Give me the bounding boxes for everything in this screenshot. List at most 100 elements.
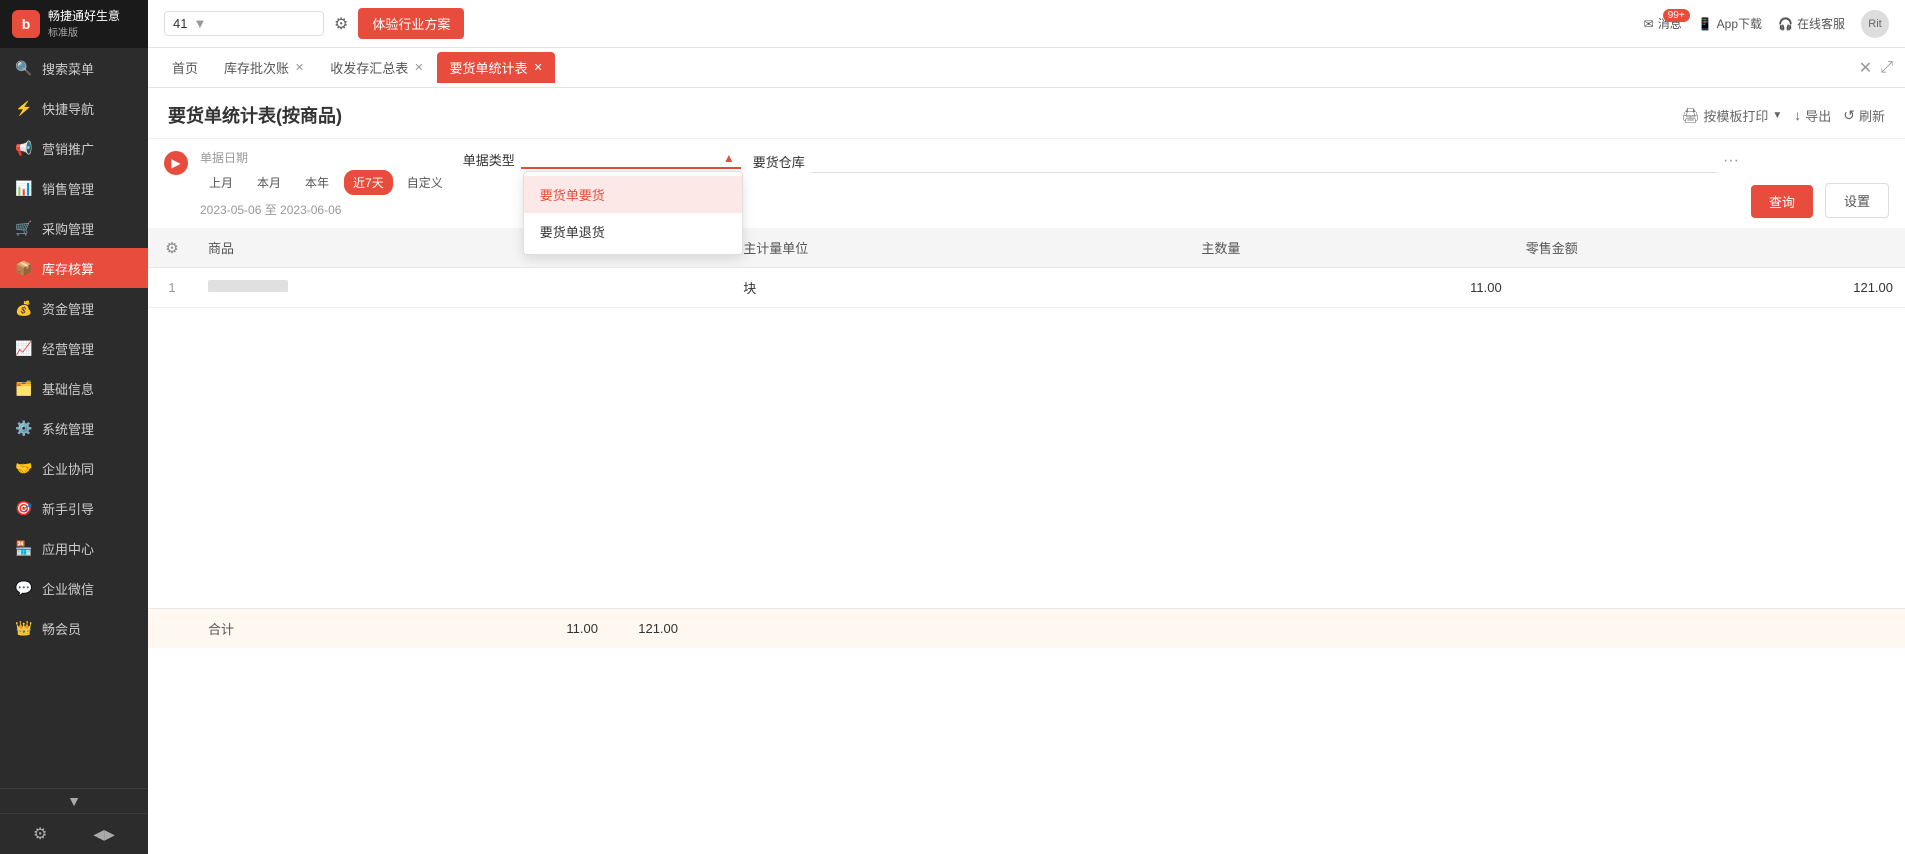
sidebar-item-collab[interactable]: 🤝 企业协同 (0, 448, 148, 488)
sidebar-item-marketing[interactable]: 📢 营销推广 (0, 128, 148, 168)
tab-receipt-summary-label: 收发存汇总表 (330, 58, 408, 77)
app-download-icon: 📱 (1698, 17, 1713, 31)
cell-product (196, 268, 731, 308)
trial-button[interactable]: 体验行业方案 (358, 8, 464, 39)
sidebar-item-purchase[interactable]: 🛒 采购管理 (0, 208, 148, 248)
col-amount: 零售金额 (1514, 228, 1905, 268)
tab-home[interactable]: 首页 (160, 52, 210, 83)
table-gear-icon[interactable]: ⚙ (163, 239, 181, 257)
total-label: 合计 (160, 619, 530, 638)
purchase-icon: 🛒 (14, 218, 34, 238)
settings-button[interactable]: 设置 (1825, 183, 1889, 218)
date-label: 单据日期 (200, 149, 451, 166)
date-btn-current[interactable]: 本月 (248, 170, 290, 195)
sidebar-item-basic[interactable]: 🗂️ 基础信息 (0, 368, 148, 408)
sidebar-item-search[interactable]: 🔍 搜索菜单 (0, 48, 148, 88)
operations-icon: 📈 (14, 338, 34, 358)
page-title: 要货单统计表(按商品) (168, 102, 342, 128)
sidebar: b 畅捷通好生意 标准版 🔍 搜索菜单 ⚡ 快捷导航 📢 营销推广 📊 销售管理… (0, 0, 148, 854)
date-btn-recent7[interactable]: 近7天 (344, 170, 393, 195)
filter-type-caret-up: ▲ (723, 151, 735, 165)
filter-more-icon[interactable]: ··· (1723, 152, 1739, 170)
tab-inventory-batch-close[interactable]: ✕ (295, 61, 304, 74)
col-unit: 主计量单位 (731, 228, 1189, 268)
sidebar-item-sales[interactable]: 📊 销售管理 (0, 168, 148, 208)
tab-order-summary-close[interactable]: ✕ (534, 61, 543, 74)
filter-type-input[interactable]: ▲ (521, 149, 741, 169)
sidebar-item-guide[interactable]: 🎯 新手引导 (0, 488, 148, 528)
page-actions: 🖨 按模板打印 ▼ ↓ 导出 ↺ 刷新 (1682, 106, 1885, 125)
sidebar-item-finance[interactable]: 💰 资金管理 (0, 288, 148, 328)
company-selector[interactable]: 41 ▼ (164, 11, 324, 36)
sidebar-bottom: ⚙ ◀▶ (0, 813, 148, 854)
vip-icon: 👑 (14, 618, 34, 638)
tab-home-label: 首页 (172, 58, 198, 77)
filter-type-wrapper: 单据类型 ▲ 要货单要货 要货单退货 (463, 149, 741, 169)
sidebar-item-weixin[interactable]: 💬 企业微信 (0, 568, 148, 608)
export-icon: ↓ (1794, 107, 1801, 123)
page-inner: 要货单统计表(按商品) 🖨 按模板打印 ▼ ↓ 导出 ↺ 刷新 (148, 88, 1905, 854)
data-table: ⚙ 商品 主计量单位 主数量 零售金额 1 (148, 228, 1905, 308)
export-btn[interactable]: ↓ 导出 (1794, 106, 1831, 125)
tab-receipt-summary-close[interactable]: ✕ (414, 61, 423, 74)
messages-btn[interactable]: ✉ 消息 99+ (1644, 15, 1682, 32)
filter-warehouse-group: 要货仓库 ··· (753, 149, 1739, 173)
warehouse-label: 要货仓库 (753, 152, 805, 171)
tabbar-expand[interactable]: ⤢ (1880, 59, 1893, 77)
type-dropdown: 要货单要货 要货单退货 (523, 171, 743, 255)
logo-icon: b (12, 10, 40, 38)
sidebar-item-system[interactable]: ⚙️ 系统管理 (0, 408, 148, 448)
messages-badge: 99+ (1663, 9, 1690, 22)
dropdown-item-order-return[interactable]: 要货单退货 (524, 213, 742, 250)
online-service-label: 在线客服 (1797, 15, 1845, 32)
sidebar-item-vip[interactable]: 👑 畅会员 (0, 608, 148, 648)
main-area: 41 ▼ ⚙ 体验行业方案 ✉ 消息 99+ 📱 App下载 🎧 在线客服 Ri… (148, 0, 1905, 854)
collab-icon: 🤝 (14, 458, 34, 478)
sidebar-scroll-down[interactable]: ▼ (66, 793, 82, 809)
refresh-btn[interactable]: ↺ 刷新 (1843, 106, 1885, 125)
tabbar-close-all[interactable]: ✕ (1859, 58, 1872, 78)
tab-receipt-summary[interactable]: 收发存汇总表 ✕ (318, 52, 435, 83)
tab-inventory-batch-label: 库存批次账 (224, 58, 289, 77)
topbar-gear-icon[interactable]: ⚙ (334, 14, 348, 34)
appstore-icon: 🏪 (14, 538, 34, 558)
table-header-row: ⚙ 商品 主计量单位 主数量 零售金额 (148, 228, 1905, 268)
col-qty: 主数量 (1189, 228, 1513, 268)
basic-icon: 🗂️ (14, 378, 34, 398)
filter-collapse-icon: ▶ (171, 156, 180, 170)
app-download-btn[interactable]: 📱 App下载 (1698, 15, 1762, 32)
marketing-icon: 📢 (14, 138, 34, 158)
tab-order-summary[interactable]: 要货单统计表 ✕ (437, 52, 554, 83)
filter-collapse-btn[interactable]: ▶ (164, 151, 188, 175)
date-btn-year[interactable]: 本年 (296, 170, 338, 195)
query-button[interactable]: 查询 (1751, 185, 1813, 218)
dropdown-item-order-goods[interactable]: 要货单要货 (524, 176, 742, 213)
sidebar-collapse-icon[interactable]: ◀▶ (93, 826, 115, 843)
topbar-left: 41 ▼ ⚙ 体验行业方案 (164, 8, 1644, 39)
cell-qty: 11.00 (1189, 268, 1513, 308)
warehouse-input[interactable] (811, 149, 1717, 173)
company-name: 41 (173, 16, 187, 31)
date-options-row: 上月 本月 本年 近7天 自定义 (200, 170, 451, 195)
tab-inventory-batch[interactable]: 库存批次账 ✕ (212, 52, 316, 83)
online-service-btn[interactable]: 🎧 在线客服 (1778, 15, 1845, 32)
tab-order-summary-label: 要货单统计表 (449, 58, 527, 77)
sidebar-item-quicknav[interactable]: ⚡ 快捷导航 (0, 88, 148, 128)
user-avatar[interactable]: Rit (1861, 10, 1889, 38)
sidebar-item-operations[interactable]: 📈 经营管理 (0, 328, 148, 368)
topbar-right: ✉ 消息 99+ 📱 App下载 🎧 在线客服 Rit (1644, 10, 1889, 38)
print-dropdown-icon: ▼ (1772, 110, 1782, 121)
system-icon: ⚙️ (14, 418, 34, 438)
headset-icon: 🎧 (1778, 17, 1793, 31)
app-name: 畅捷通好生意 (48, 9, 120, 25)
print-btn[interactable]: 🖨 按模板打印 ▼ (1682, 106, 1783, 125)
app-edition: 标准版 (48, 24, 120, 39)
sidebar-item-inventory[interactable]: 📦 库存核算 (0, 248, 148, 288)
app-logo: b 畅捷通好生意 标准版 (0, 0, 148, 48)
date-btn-up[interactable]: 上月 (200, 170, 242, 195)
settings-icon[interactable]: ⚙ (33, 824, 47, 844)
table-total: 合计 11.00 121.00 (148, 608, 1905, 648)
date-btn-custom[interactable]: 自定义 (399, 171, 451, 194)
refresh-icon: ↺ (1843, 107, 1855, 124)
sidebar-item-appstore[interactable]: 🏪 应用中心 (0, 528, 148, 568)
